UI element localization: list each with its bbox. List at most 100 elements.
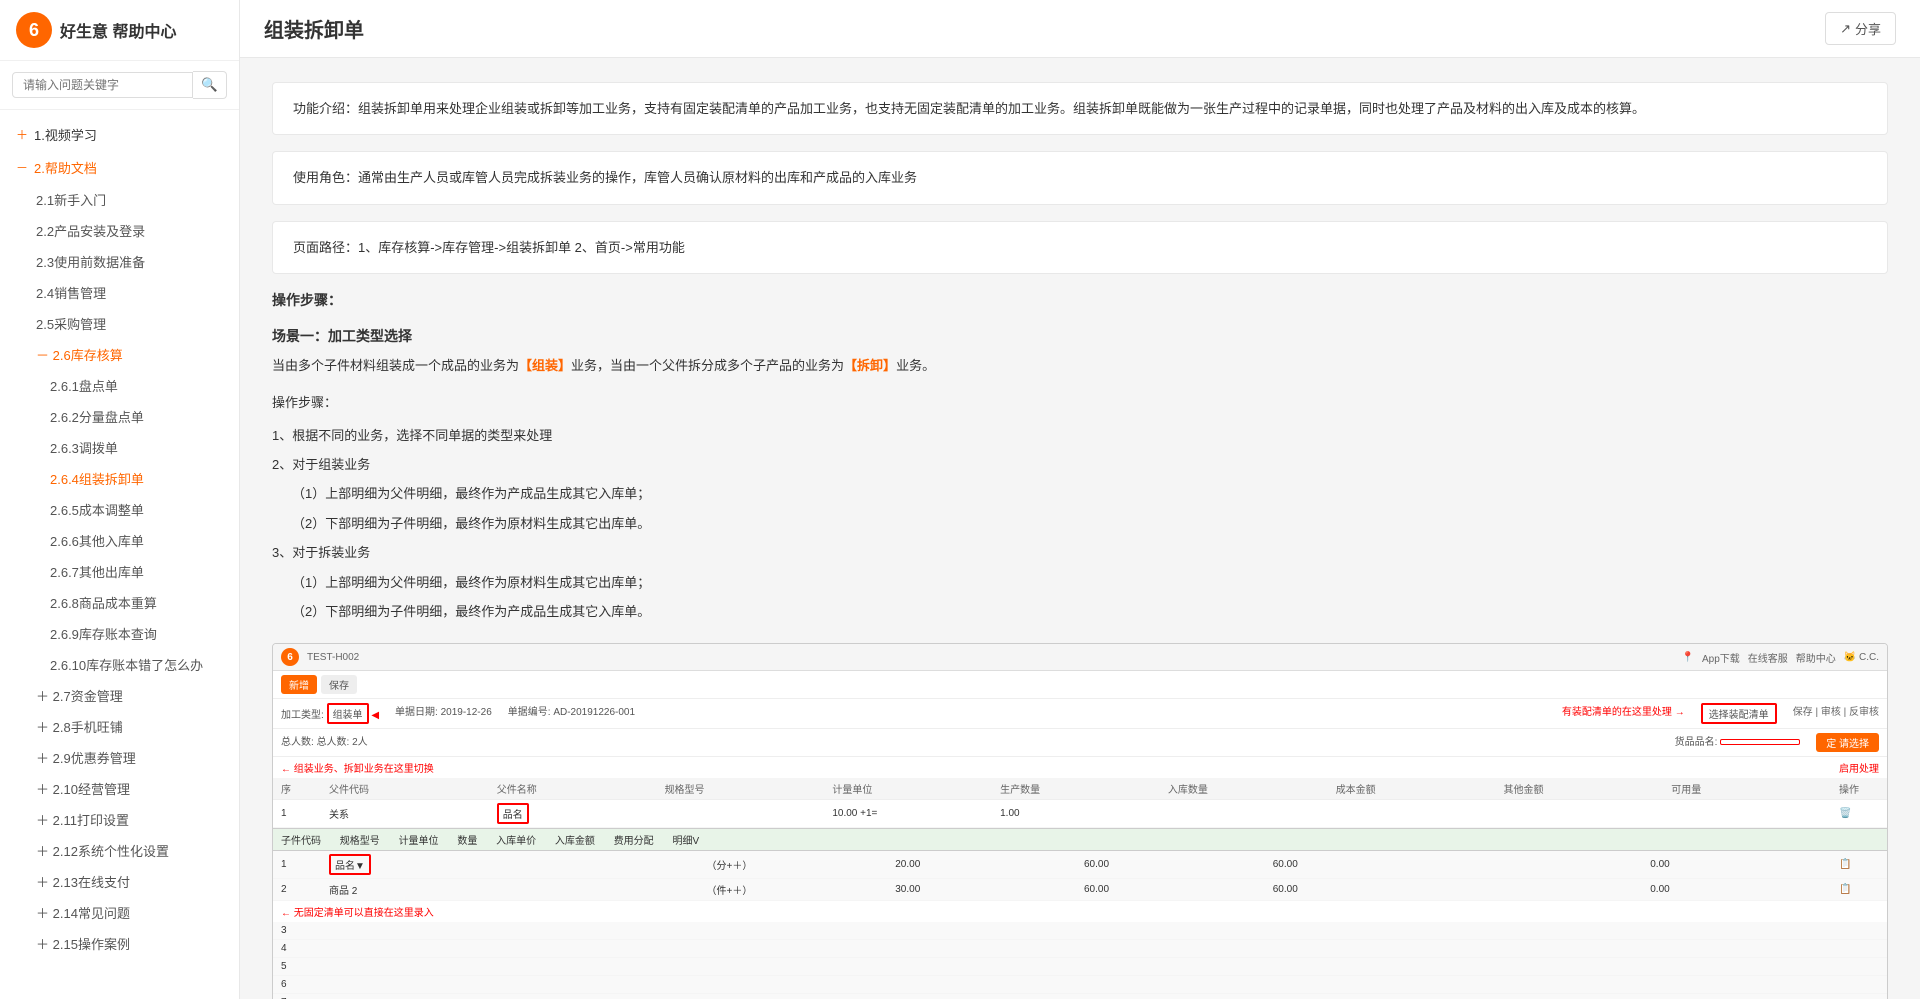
step3-sub1: （1）上部明细为父件明细，最终作为原材料生成其它出库单； — [292, 571, 1888, 594]
sidebar-item-docs-2-6-8[interactable]: 2.6.8商品成本重算 — [0, 587, 239, 618]
app-name: 好生意 帮助中心 — [60, 18, 176, 42]
mini-empty-row-2: 4 — [273, 940, 1887, 958]
sidebar-item-docs-2-10[interactable]: ＋ 2.10经营管理 — [0, 773, 239, 804]
sidebar: 6 好生意 帮助中心 🔍 ＋ 1.视频学习 － 2.帮助文档 2.1新手入门 2… — [0, 0, 240, 999]
sidebar-item-docs-2-13[interactable]: ＋ 2.13在线支付 — [0, 866, 239, 897]
mini-tab-new[interactable]: 新增 — [281, 675, 317, 694]
step3-sub2: （2）下部明细为子件明细，最终作为产成品生成其它入库单。 — [292, 600, 1888, 623]
mini-tab-save[interactable]: 保存 — [321, 675, 357, 694]
mini-sub-table-header: 子件代码 规格型号 计量单位 数量 入库单价 入库金额 费用分配 明细V — [273, 828, 1887, 851]
mini-logo: 6 — [281, 648, 299, 666]
expand-icon-2-13: ＋ — [36, 875, 49, 890]
sidebar-item-docs-2-9[interactable]: ＋ 2.9优惠券管理 — [0, 742, 239, 773]
share-button[interactable]: ↗ 分享 — [1825, 12, 1896, 45]
sidebar-header: 6 好生意 帮助中心 — [0, 0, 239, 61]
content-area: 功能介绍：组装拆卸单用来处理企业组装或拆卸等加工业务，支持有固定装配清单的产品加… — [240, 58, 1920, 999]
sidebar-item-video[interactable]: ＋ 1.视频学习 — [0, 118, 239, 151]
app-logo: 6 — [16, 12, 52, 48]
step2-subs: （1）上部明细为父件明细，最终作为产成品生成其它入库单； （2）下部明细为子件明… — [292, 482, 1888, 535]
search-box: 🔍 — [0, 61, 239, 110]
step3: 3、对于拆装业务 — [272, 541, 1888, 564]
mini-form-header: 加工类型: 组装单 ◀ 单据日期: 2019-12-26 单据编号: AD-20… — [273, 699, 1887, 729]
ops-title: 操作步骤： — [272, 290, 1888, 310]
collapse-icon: － — [16, 159, 28, 176]
page-title: 组装拆卸单 — [264, 14, 364, 43]
sidebar-item-docs-2-6-4[interactable]: 2.6.4组装拆卸单 — [0, 463, 239, 494]
main-area: 组装拆卸单 ↗ 分享 功能介绍：组装拆卸单用来处理企业组装或拆卸等加工业务，支持… — [240, 0, 1920, 999]
mini-empty-row-4: 6 — [273, 976, 1887, 994]
sidebar-item-docs-2-6-9[interactable]: 2.6.9库存账本查询 — [0, 618, 239, 649]
sidebar-item-docs-2-14[interactable]: ＋ 2.14常见问题 — [0, 897, 239, 928]
sidebar-item-docs-2-4[interactable]: 2.4销售管理 — [0, 277, 239, 308]
mini-sub-row-2: 2 商品 2 （件+＋） 30.00 60.00 60.00 0.00 📋 — [273, 879, 1887, 901]
intro-block: 功能介绍：组装拆卸单用来处理企业组装或拆卸等加工业务，支持有固定装配清单的产品加… — [272, 82, 1888, 135]
mini-menu2: App下载 — [1702, 650, 1740, 665]
step1: 1、根据不同的业务，选择不同单据的类型来处理 — [272, 424, 1888, 447]
sidebar-item-docs-2-6-7[interactable]: 2.6.7其他出库单 — [0, 556, 239, 587]
sidebar-item-docs-2-6-10[interactable]: 2.6.10库存账本错了怎么办 — [0, 649, 239, 680]
step3-subs: （1）上部明细为父件明细，最终作为原材料生成其它出库单； （2）下部明细为子件明… — [292, 571, 1888, 624]
sidebar-item-docs-2-15[interactable]: ＋ 2.15操作案例 — [0, 928, 239, 959]
mini-menu1: 📍 — [1682, 652, 1694, 663]
mini-menu5: 🐱 C.C. — [1844, 652, 1879, 663]
mini-table-header: 序 父件代码 父件名称 规格型号 计量单位 生产数量 入库数量 成本金额 其他金… — [273, 778, 1887, 800]
annotation5: ← 无固定清单可以直接在这里录入 — [281, 904, 434, 919]
expand-icon-2-10: ＋ — [36, 782, 49, 797]
nav-tree: ＋ 1.视频学习 － 2.帮助文档 2.1新手入门 2.2产品安装及登录 2.3… — [0, 110, 239, 999]
mini-confirm-btn: 定 请选择 — [1816, 733, 1879, 752]
sidebar-item-docs-2-6-3[interactable]: 2.6.3调拨单 — [0, 432, 239, 463]
steps-title: 操作步骤： — [272, 391, 1888, 416]
step2-sub1: （1）上部明细为父件明细，最终作为产成品生成其它入库单； — [292, 482, 1888, 505]
role-block: 使用角色：通常由生产人员或库管人员完成拆装业务的操作，库管人员确认原材料的出库和… — [272, 151, 1888, 204]
sidebar-item-docs-2-6-2[interactable]: 2.6.2分量盘点单 — [0, 401, 239, 432]
sidebar-item-docs-2-11[interactable]: ＋ 2.11打印设置 — [0, 804, 239, 835]
mini-empty-row-3: 5 — [273, 958, 1887, 976]
sidebar-item-docs-2-3[interactable]: 2.3使用前数据准备 — [0, 246, 239, 277]
sidebar-item-docs-2-12[interactable]: ＋ 2.12系统个性化设置 — [0, 835, 239, 866]
annotation1: 有装配清单的在这里处理 → — [1562, 703, 1685, 724]
path-block: 页面路径：1、库存核算->库存管理->组装拆卸单 2、首页->常用功能 — [272, 221, 1888, 274]
ops-section: 操作步骤： 场景一：加工类型选择 当由多个子件材料组装成一个成品的业务为【组装】… — [272, 290, 1888, 999]
mini-processing-type: 组装单 — [327, 703, 369, 724]
expand-icon-2-14: ＋ — [36, 906, 49, 921]
step-list: 1、根据不同的业务，选择不同单据的类型来处理 2、对于组装业务 （1）上部明细为… — [272, 424, 1888, 624]
mini-empty-row-1: 3 — [273, 922, 1887, 940]
scene1-intro: 当由多个子件材料组装成一个成品的业务为【组装】业务，当由一个父件拆分成多个子产品… — [272, 354, 1888, 379]
mini-toolbar: 新增 保存 — [273, 671, 1887, 699]
mini-sub-cell-red: 品名▼ — [329, 854, 371, 875]
expand-icon-2-9: ＋ — [36, 751, 49, 766]
expand-icon: ＋ — [16, 126, 28, 143]
mini-ui: 6 TEST-H002 📍 App下载 在线客服 帮助中心 🐱 C.C. 新增 … — [273, 644, 1887, 999]
search-input[interactable] — [12, 72, 193, 98]
sidebar-item-docs-2-5[interactable]: 2.5采购管理 — [0, 308, 239, 339]
sidebar-item-docs-2-7[interactable]: ＋ 2.7资金管理 — [0, 680, 239, 711]
mini-table-row-1: 1 关系 品名 10.00 +1= 1.00 🗑️ — [273, 800, 1887, 828]
scene1-title: 场景一：加工类型选择 — [272, 326, 1888, 346]
mini-menu3: 在线客服 — [1748, 650, 1788, 665]
sidebar-item-docs-2-8[interactable]: ＋ 2.8手机旺铺 — [0, 711, 239, 742]
step2-sub2: （2）下部明细为子件明细，最终作为原材料生成其它出库单。 — [292, 512, 1888, 535]
sidebar-item-docs-2-2[interactable]: 2.2产品安装及登录 — [0, 215, 239, 246]
expand-icon-2-15: ＋ — [36, 937, 49, 952]
sidebar-item-docs-2-6[interactable]: － 2.6库存核算 — [0, 339, 239, 370]
mini-form-header2: 总人数: 总人数: 2人 货品品名: 定 请选择 — [273, 729, 1887, 757]
search-button[interactable]: 🔍 — [193, 71, 227, 99]
step2: 2、对于组装业务 — [272, 453, 1888, 476]
expand-icon-2-8: ＋ — [36, 720, 49, 735]
share-icon: ↗ — [1840, 21, 1851, 37]
annotation4: 启用处理 — [1839, 760, 1879, 775]
mini-brand: TEST-H002 — [307, 652, 359, 663]
topbar: 组装拆卸单 ↗ 分享 — [240, 0, 1920, 58]
annotation3: ← 组装业务、拆卸业务在这里切换 — [281, 760, 434, 775]
sidebar-item-docs-2-6-5[interactable]: 2.6.5成本调整单 — [0, 494, 239, 525]
mini-cell-red: 品名 — [497, 803, 529, 824]
sidebar-item-docs-2-6-6[interactable]: 2.6.6其他入库单 — [0, 525, 239, 556]
mini-topbar: 6 TEST-H002 📍 App下载 在线客服 帮助中心 🐱 C.C. — [273, 644, 1887, 671]
sidebar-item-docs[interactable]: － 2.帮助文档 — [0, 151, 239, 184]
mini-type-arrow: ◀ — [371, 710, 379, 721]
expand-icon-2-12: ＋ — [36, 844, 49, 859]
collapse-icon-2-6: － — [36, 348, 49, 363]
sidebar-item-docs-2-1[interactable]: 2.1新手入门 — [0, 184, 239, 215]
mini-empty-row-5: 7 — [273, 994, 1887, 999]
sidebar-item-docs-2-6-1[interactable]: 2.6.1盘点单 — [0, 370, 239, 401]
